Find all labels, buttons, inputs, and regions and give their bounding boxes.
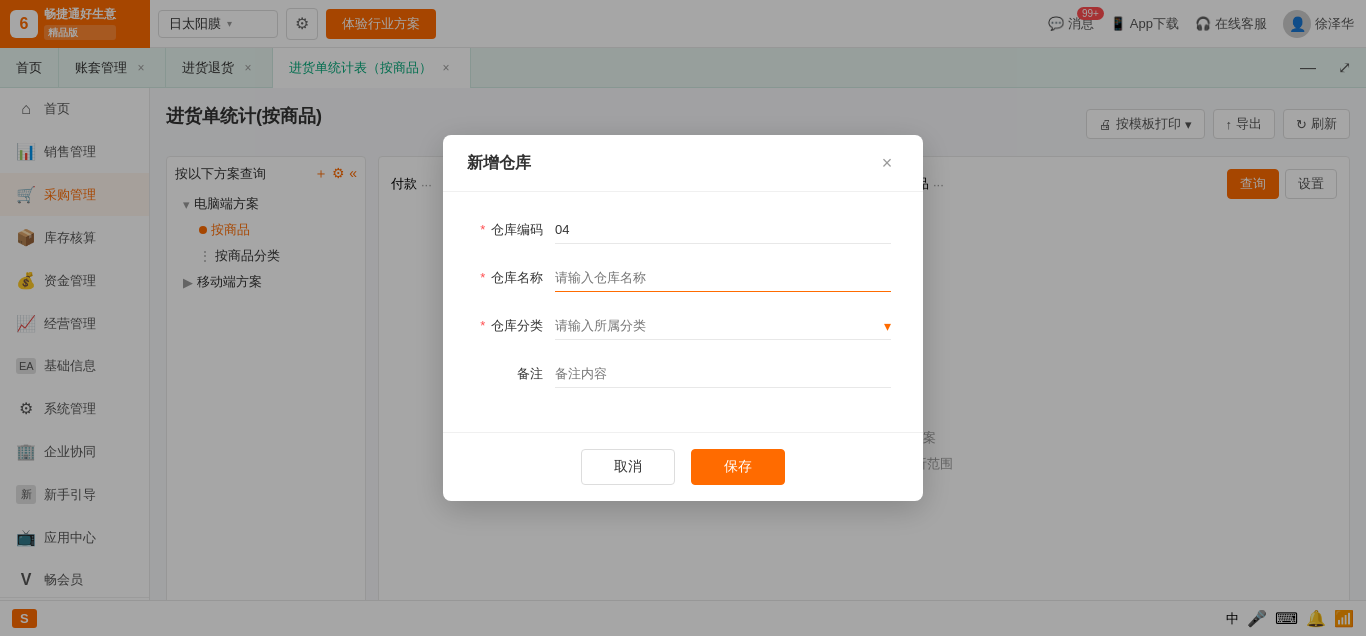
warehouse-name-input[interactable] [555,264,891,292]
category-dropdown-arrow: ▾ [884,318,891,334]
name-required-star: * [480,270,485,285]
cancel-button[interactable]: 取消 [581,449,675,485]
warehouse-remark-row: 备注 [475,360,891,388]
warehouse-code-label: * 仓库编码 [475,221,555,239]
modal-overlay: 新增仓库 × * 仓库编码 * 仓库名称 [0,0,1366,636]
category-input[interactable] [555,312,884,339]
add-warehouse-modal: 新增仓库 × * 仓库编码 * 仓库名称 [443,135,923,501]
warehouse-name-row: * 仓库名称 [475,264,891,292]
warehouse-category-select[interactable]: ▾ [555,312,891,340]
warehouse-name-label: * 仓库名称 [475,269,555,287]
modal-header: 新增仓库 × [443,135,923,192]
modal-footer: 取消 保存 [443,432,923,501]
modal-close-button[interactable]: × [875,151,899,175]
warehouse-category-label: * 仓库分类 [475,317,555,335]
modal-title: 新增仓库 [467,153,531,174]
warehouse-remark-input[interactable] [555,360,891,388]
modal-body: * 仓库编码 * 仓库名称 * 仓库分类 [443,192,923,432]
save-button[interactable]: 保存 [691,449,785,485]
category-required-star: * [480,318,485,333]
code-required-star: * [480,222,485,237]
warehouse-code-input[interactable] [555,216,891,244]
warehouse-remark-label: 备注 [475,365,555,383]
warehouse-code-row: * 仓库编码 [475,216,891,244]
warehouse-category-row: * 仓库分类 ▾ [475,312,891,340]
